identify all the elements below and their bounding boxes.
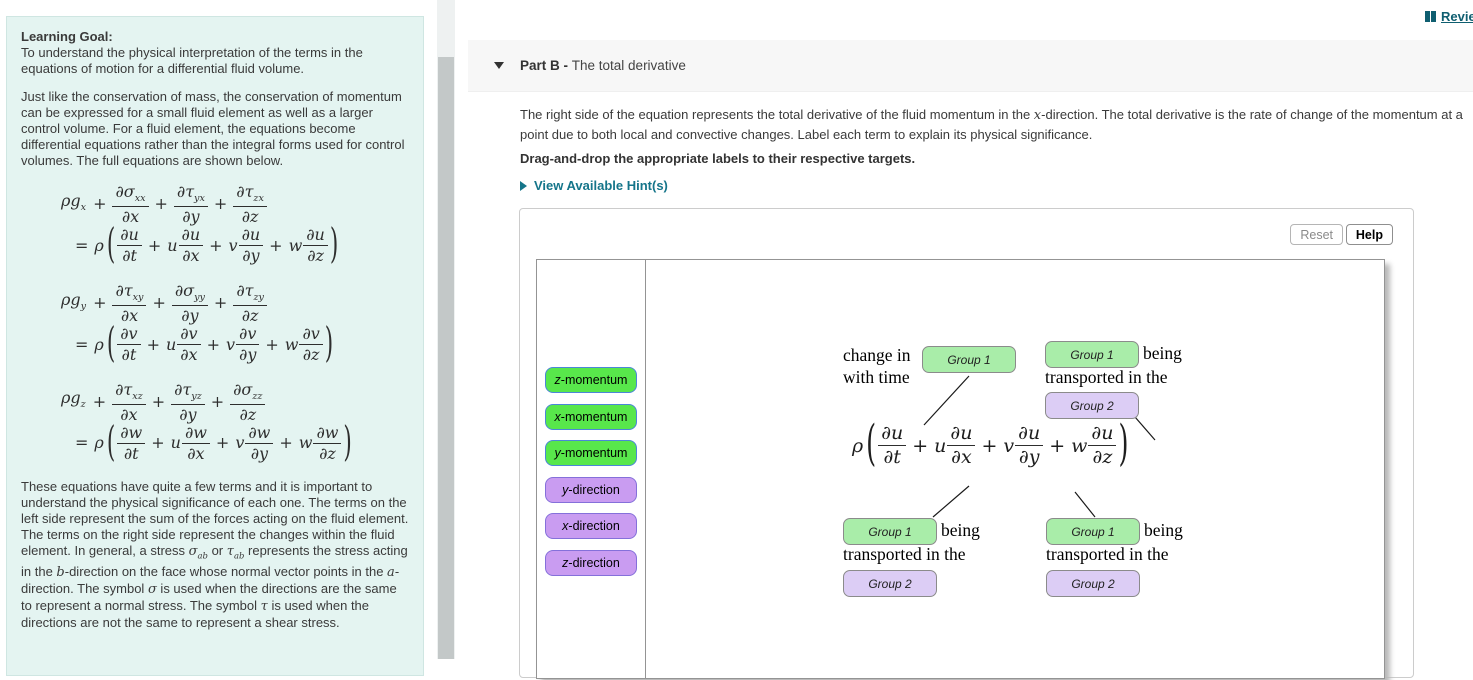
help-button[interactable]: Help [1345,224,1393,245]
drag-drop-panel: Reset Help z -momentum x -momentum y -momen… [519,208,1414,679]
part-b-title-bold: Part B - [520,58,572,73]
review-link[interactable]: Review [1424,9,1473,24]
view-hints-row[interactable]: View Available Hint(s) [520,178,668,193]
learning-goal-title: Learning Goal: [21,29,113,44]
part-b-description: The right side of the equation represent… [520,107,1463,142]
scrollbar-thumb[interactable] [438,57,454,659]
target-b-line2: transported in the [1045,367,1168,387]
collapse-icon[interactable] [494,62,504,69]
momentum-equations: ρgx + ∂σxx ∂x + ∂τyx ∂y + ∂τzx ∂z = ρ(∂u ∂t + u ∂u ∂x + v… [61,183,409,463]
equation-z-rhs: = ρ(∂w ∂t + u ∂w ∂x + v ∂w ∂y + w ∂w ∂z) [75,419,352,467]
stress-explanation-paragraph: These equations have quite a few terms a… [21,479,409,631]
drag-label-z-direction[interactable]: z -direction [545,550,637,576]
equation-x-momentum: ρgx + ∂σxx ∂x + ∂τyx ∂y + ∂τzx ∂z = ρ(∂u ∂t + u ∂u ∂x + v… [61,183,409,266]
vertical-scrollbar[interactable] [437,0,455,659]
drag-drop-canvas: z -momentum x -momentum y -momentum y -direc… [536,259,1385,679]
learning-goal-panel: Learning Goal: To understand the physica… [6,16,424,676]
target-d-group2[interactable]: Group 2 [1046,570,1140,597]
intro-paragraph: Just like the conservation of mass, the … [21,89,405,168]
equation-y-lhs: ρgy + ∂τxy ∂x + ∂σyy ∂y + ∂τzy ∂z [61,281,409,325]
drag-label-y-direction[interactable]: y -direction [545,477,637,503]
target-a-group1[interactable]: Group 1 [922,346,1016,373]
part-b-title-rest: The total derivative [571,58,686,73]
target-b-group1[interactable]: Group 1 [1045,341,1139,368]
book-icon [1424,11,1437,22]
target-c-group1[interactable]: Group 1 [843,518,937,545]
review-link-label[interactable]: Review [1441,9,1473,24]
target-c-being: being [941,520,980,540]
part-b-header[interactable]: Part B - The total derivative [468,40,1473,92]
target-d-being: being [1144,520,1183,540]
equation-z-lhs: ρgz + ∂τxz ∂x + ∂τyz ∂y + ∂σzz ∂z [61,380,409,424]
view-hints-link[interactable]: View Available Hint(s) [534,178,668,193]
hint-arrow-icon [520,180,527,191]
part-b-title: Part B - The total derivative [520,58,686,73]
equation-x-rhs: = ρ(∂u ∂t + u ∂u ∂x + v ∂u ∂y + w ∂u ∂z) [75,221,339,270]
drag-label-x-direction[interactable]: x -direction [545,513,637,539]
reset-button[interactable]: Reset [1290,224,1343,245]
connector-lines [923,375,1156,518]
target-d-group1[interactable]: Group 1 [1046,518,1140,545]
drag-label-z-momentum[interactable]: z -momentum [545,367,637,393]
equation-y-momentum: ρgy + ∂τxy ∂x + ∂σyy ∂y + ∂τzy ∂z = ρ(∂v ∂t + u ∂v ∂x + v… [61,281,409,368]
drag-drop-instruction: Drag-and-drop the appropriate labels to … [520,151,916,166]
drag-label-x-momentum[interactable]: x -momentum [545,404,637,430]
target-c-group2[interactable]: Group 2 [843,570,937,597]
target-a-text-pre: change in [843,345,911,365]
target-equation: ρ(∂u ∂t + u ∂u ∂x + v ∂u ∂y + w ∂u ∂z) [852,415,1129,473]
target-b-being: being [1143,343,1182,363]
learning-goal-text: To understand the physical interpretatio… [21,45,363,76]
equation-x-lhs: ρgx + ∂σxx ∂x + ∂τyx ∂y + ∂τzx ∂z [61,183,409,226]
target-d-line2: transported in the [1046,544,1169,564]
equation-z-momentum: ρgz + ∂τxz ∂x + ∂τyz ∂y + ∂σzz ∂z = ρ(∂w ∂t + u ∂w ∂x + v… [61,380,409,467]
drag-label-y-momentum[interactable]: y -momentum [545,440,637,466]
target-c-line2: transported in the [843,544,966,564]
equation-y-rhs: = ρ(∂v ∂t + u ∂v ∂x + v ∂v ∂y + w ∂v ∂z) [75,320,334,368]
target-a-text-post: with time [843,367,910,387]
labels-column-divider [645,260,646,678]
